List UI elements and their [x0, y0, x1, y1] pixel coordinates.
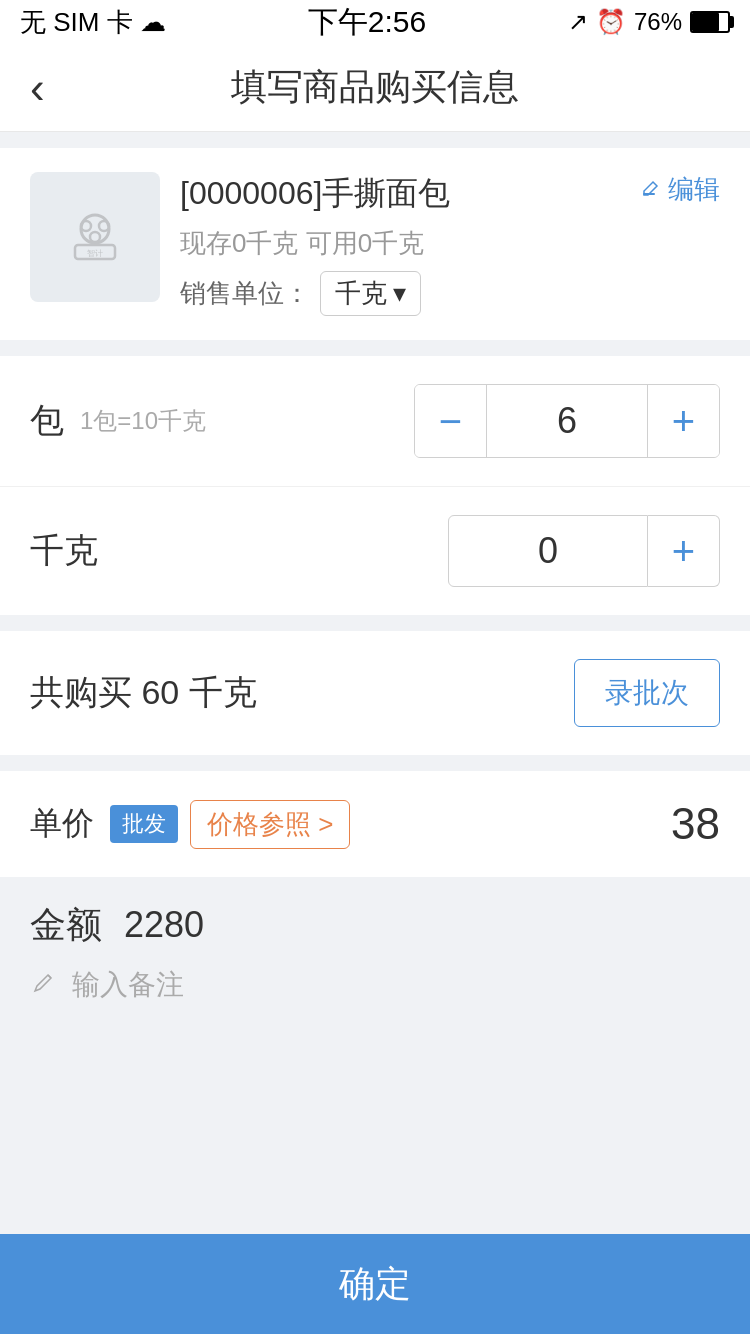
note-row[interactable]: 输入备注: [30, 966, 720, 1004]
svg-point-3: [90, 232, 100, 242]
amount-row: 金额 2280: [30, 901, 720, 950]
nav-bar: ‹ 填写商品购买信息: [0, 44, 750, 132]
edit-icon: [640, 179, 662, 201]
kg-row: 千克 +: [0, 487, 750, 615]
status-left: 无 SIM 卡 ☁: [20, 5, 166, 40]
bao-minus-button[interactable]: −: [415, 385, 487, 457]
price-label: 单价: [30, 802, 94, 846]
alarm-icon: ⏰: [596, 8, 626, 36]
battery-icon: [690, 11, 730, 33]
amount-value: 2280: [124, 904, 204, 945]
product-logo-icon: 智计: [65, 207, 125, 267]
price-type-tag: 批发: [110, 805, 178, 843]
product-info: [0000006]手撕面包 编辑 现存0千克 可用0千克 销售单位： 千克 ▾: [180, 172, 720, 316]
svg-text:智计: 智计: [87, 249, 103, 258]
total-label: 共购买 60 千克: [30, 670, 257, 716]
product-stock: 现存0千克 可用0千克: [180, 226, 720, 261]
quantity-section: 包 1包=10千克 − + 千克 +: [0, 356, 750, 615]
bao-hint: 1包=10千克: [80, 405, 206, 437]
bao-input[interactable]: [487, 385, 647, 457]
signal-text: 无 SIM 卡 ☁: [20, 5, 166, 40]
product-card: 智计 [0000006]手撕面包 编辑 现存0千克 可用0千克 销售单位： 千克…: [0, 148, 750, 340]
price-reference-button[interactable]: 价格参照 >: [190, 800, 350, 849]
amount-section: 金额 2280 输入备注: [0, 877, 750, 1014]
kg-plus-button[interactable]: +: [648, 515, 720, 587]
edit-button[interactable]: 编辑: [640, 172, 720, 207]
svg-point-0: [81, 215, 109, 243]
unit-selector[interactable]: 千克 ▾: [320, 271, 421, 316]
product-name: [0000006]手撕面包: [180, 172, 450, 216]
bao-plus-button[interactable]: +: [647, 385, 719, 457]
amount-label: 金额: [30, 904, 102, 945]
kg-control: +: [448, 515, 720, 587]
product-image: 智计: [30, 172, 160, 302]
location-icon: ↗: [568, 8, 588, 36]
page-title: 填写商品购买信息: [231, 63, 519, 112]
status-right: ↗ ⏰ 76%: [568, 8, 730, 36]
pencil-icon: [30, 971, 58, 999]
back-button[interactable]: ‹: [30, 66, 45, 110]
status-bar: 无 SIM 卡 ☁ 下午2:56 ↗ ⏰ 76%: [0, 0, 750, 44]
kg-label: 千克: [30, 528, 98, 574]
record-batch-button[interactable]: 录批次: [574, 659, 720, 727]
price-section: 单价 批发 价格参照 > 38: [0, 771, 750, 877]
bao-label: 包: [30, 398, 64, 444]
price-value: 38: [671, 799, 720, 849]
bao-row: 包 1包=10千克 − +: [0, 356, 750, 487]
chevron-down-icon: ▾: [393, 278, 406, 309]
confirm-button[interactable]: 确定: [0, 1234, 750, 1334]
battery-text: 76%: [634, 8, 682, 36]
product-unit: 销售单位： 千克 ▾: [180, 271, 720, 316]
bao-control: − +: [414, 384, 720, 458]
status-time: 下午2:56: [308, 2, 426, 43]
note-placeholder: 输入备注: [72, 966, 184, 1004]
total-row: 共购买 60 千克 录批次: [0, 631, 750, 755]
kg-input[interactable]: [448, 515, 648, 587]
